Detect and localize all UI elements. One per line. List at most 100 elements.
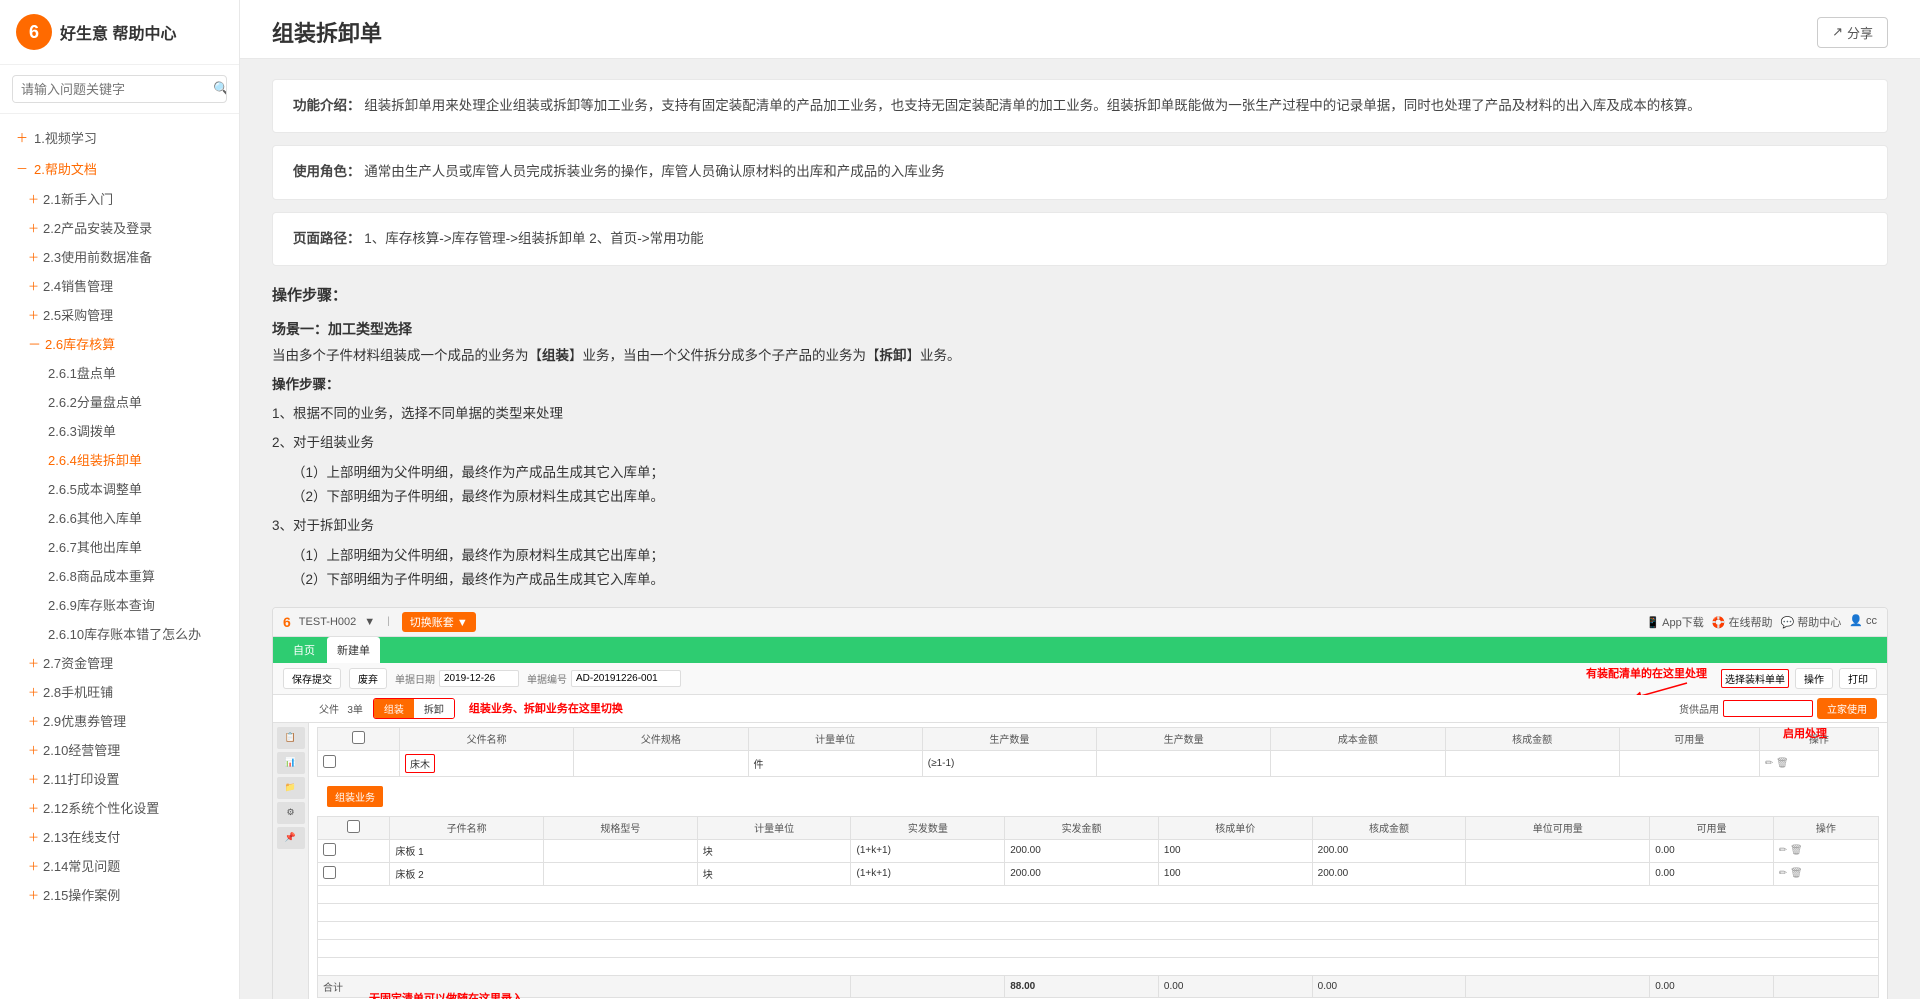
ss-select-bom-btn[interactable]: 选择装料单单: [1721, 669, 1789, 688]
logo-area: 6 好生意 帮助中心: [0, 0, 239, 65]
sidebar-item-purchase[interactable]: ＋ 2.5采购管理: [28, 300, 239, 329]
ss-row-edit[interactable]: ✏: [1765, 758, 1773, 769]
ss-td-avail: [1619, 750, 1759, 776]
sidebar-item-sales[interactable]: ＋ 2.4销售管理: [28, 271, 239, 300]
sidebar-item-data-prep[interactable]: ＋ 2.3使用前数据准备: [28, 242, 239, 271]
annotation-bom-label: 有装配清单的在这里处理: [1586, 665, 1707, 681]
sidebar-item-docs-label: 2.帮助文档: [34, 159, 97, 178]
ss-logo: 6: [283, 614, 291, 630]
scenario1-desc: 当由多个子件材料组装成一个成品的业务为【组装】业务，当由一个父件拆分成多个子产品…: [272, 345, 1888, 368]
search-button[interactable]: 🔍: [205, 76, 227, 102]
sidebar-item-2-6-1[interactable]: 2.6.1盘点单: [48, 358, 239, 387]
search-box[interactable]: 🔍: [12, 75, 227, 103]
sidebar-item-2-6-5[interactable]: 2.6.5成本调整单: [48, 474, 239, 503]
ss-icon-5[interactable]: 📌: [277, 827, 305, 849]
ops-steps-label: 操作步骤：: [272, 374, 1888, 397]
sidebar-item-docs[interactable]: － 2.帮助文档: [0, 153, 239, 184]
sidebar-item-payment[interactable]: ＋ 2.13在线支付: [28, 822, 239, 851]
ss-total-amt: 88.00: [1005, 975, 1159, 997]
ss-more-btn[interactable]: 操作: [1795, 668, 1833, 689]
annotation-free-label: 无固定清单可以做随在这里录入: [369, 993, 523, 999]
table-row: 床木 件 (≥1-1): [318, 750, 1879, 776]
sidebar-item-inventory[interactable]: － 2.6库存核算: [28, 329, 239, 358]
sidebar-item-2-6-7[interactable]: 2.6.7其他出库单: [48, 532, 239, 561]
search-input[interactable]: [13, 77, 205, 102]
ss-td-act1: ✏ 🗑: [1773, 839, 1878, 862]
ss-icon-2[interactable]: 📊: [277, 752, 305, 774]
ss-td-act2: ✏ 🗑: [1773, 862, 1878, 885]
ss-btn-cancel[interactable]: 废弃: [349, 668, 387, 689]
ss-lower-section: 无固定清单可以做随在这里录入 子件名称 规格型号 计量单位 实发: [309, 814, 1887, 999]
step2: 2、对于组装业务: [272, 432, 1888, 455]
sidebar-item-2-6-4[interactable]: 2.6.4组装拆卸单: [48, 445, 239, 474]
step2-subs: （1）上部明细为父件明细，最终作为产成品生成其它入库单； （2）下部明细为子件明…: [272, 461, 1888, 510]
sidebar-item-print-label: 2.11打印设置: [43, 769, 119, 788]
ss-supplier-input[interactable]: [1723, 700, 1813, 717]
ss-td-spec: [574, 750, 748, 776]
ss-nav-new[interactable]: 新建单: [327, 637, 380, 663]
ss-print-btn[interactable]: 打印: [1839, 668, 1877, 689]
ss-td-child-unit1: 块: [697, 839, 851, 862]
ss-check-all-upper[interactable]: [352, 731, 365, 744]
ss-type-disassembly[interactable]: 拆卸: [414, 699, 454, 718]
ss-row-check[interactable]: [323, 843, 336, 856]
ss-td-child-name1: 床板 1: [390, 839, 544, 862]
sidebar-item-install[interactable]: ＋ 2.2产品安装及登录: [28, 213, 239, 242]
ss-btn-save[interactable]: 保存提交: [283, 668, 341, 689]
sidebar-item-mobile[interactable]: ＋ 2.8手机旺铺: [28, 677, 239, 706]
sidebar-item-2-6-8[interactable]: 2.6.8商品成本重算: [48, 561, 239, 590]
ss-row-edit2[interactable]: ✏: [1779, 868, 1787, 879]
ss-icon-1[interactable]: 📋: [277, 727, 305, 749]
ss-type-toggle[interactable]: 组装 拆卸: [373, 698, 455, 719]
sidebar-item-coupon[interactable]: ＋ 2.9优惠券管理: [28, 706, 239, 735]
table-row: [318, 957, 1879, 975]
ss-nav-home[interactable]: 自页: [283, 637, 325, 663]
sidebar-item-2-6-6[interactable]: 2.6.6其他入库单: [48, 503, 239, 532]
sidebar-item-cases[interactable]: ＋ 2.15操作案例: [28, 880, 239, 909]
ss-total-ca: 0.00: [1312, 975, 1466, 997]
plus-icon: ＋: [28, 887, 39, 903]
plus-icon: ＋: [28, 800, 39, 816]
sidebar-item-settings[interactable]: ＋ 2.12系统个性化设置: [28, 793, 239, 822]
sidebar-item-2-6-10[interactable]: 2.6.10库存账本错了怎么办: [48, 619, 239, 648]
sidebar-item-ops[interactable]: ＋ 2.10经营管理: [28, 735, 239, 764]
path-block: 页面路径： 1、库存核算->库存管理->组装拆卸单 2、首页->常用功能: [272, 212, 1888, 266]
sidebar-item-2-6-3[interactable]: 2.6.3调拨单: [48, 416, 239, 445]
ss-row-del2[interactable]: 🗑: [1790, 868, 1803, 879]
ss-td-qty1: (1+k+1): [851, 839, 1005, 862]
sidebar-item-mobile-label: 2.8手机旺铺: [43, 682, 113, 701]
ss-row-edit1[interactable]: ✏: [1779, 845, 1787, 856]
ss-th-child-unit: 计量单位: [697, 816, 851, 839]
share-button[interactable]: ↗ 分享: [1817, 17, 1888, 48]
table-row: [318, 885, 1879, 903]
plus-icon: ＋: [28, 858, 39, 874]
sidebar-item-video[interactable]: ＋ 1.视频学习: [0, 122, 239, 153]
content-body: 功能介绍： 组装拆卸单用来处理企业组装或拆卸等加工业务，支持有固定装配清单的产品…: [240, 59, 1920, 999]
ss-right-icons: 📱 App下载 🛟 在线帮助 💬 帮助中心 👤 cc: [1646, 614, 1877, 630]
ss-type-assembly[interactable]: 组装: [374, 699, 414, 718]
sidebar-item-newuser[interactable]: ＋ 2.1新手入门: [28, 184, 239, 213]
ss-parent-name-cell[interactable]: 床木: [405, 754, 435, 773]
ss-refresh-btn[interactable]: 切换账套 ▼: [402, 612, 476, 632]
ss-th-unit-avail: 单位可用量: [1466, 816, 1650, 839]
step2-sub2: （2）下部明细为子件明细，最终作为原材料生成其它出库单。: [292, 485, 1888, 509]
ss-check-all-lower[interactable]: [347, 820, 360, 833]
sidebar-item-print[interactable]: ＋ 2.11打印设置: [28, 764, 239, 793]
ss-confirm-btn[interactable]: 立家使用: [1817, 698, 1877, 719]
sidebar-item-faq[interactable]: ＋ 2.14常见问题: [28, 851, 239, 880]
ss-icon-4[interactable]: ⚙: [277, 802, 305, 824]
ss-td-ua2: [1466, 862, 1650, 885]
sidebar-item-2-6-2[interactable]: 2.6.2分量盘点单: [48, 387, 239, 416]
sidebar-item-2-6-9[interactable]: 2.6.9库存账本查询: [48, 590, 239, 619]
ss-total-act: [1773, 975, 1878, 997]
ss-row-check[interactable]: [323, 866, 336, 879]
role-label: 使用角色：: [293, 164, 361, 179]
ss-code-input[interactable]: [571, 670, 681, 687]
ss-icon-3[interactable]: 📁: [277, 777, 305, 799]
sidebar-item-finance[interactable]: ＋ 2.7资金管理: [28, 648, 239, 677]
ss-row-check[interactable]: [323, 755, 336, 768]
ss-nav-item3[interactable]: [382, 637, 413, 663]
ss-row-delete[interactable]: 🗑: [1776, 758, 1789, 769]
ss-date-input[interactable]: [439, 670, 519, 687]
ss-row-del1[interactable]: 🗑: [1790, 845, 1803, 856]
